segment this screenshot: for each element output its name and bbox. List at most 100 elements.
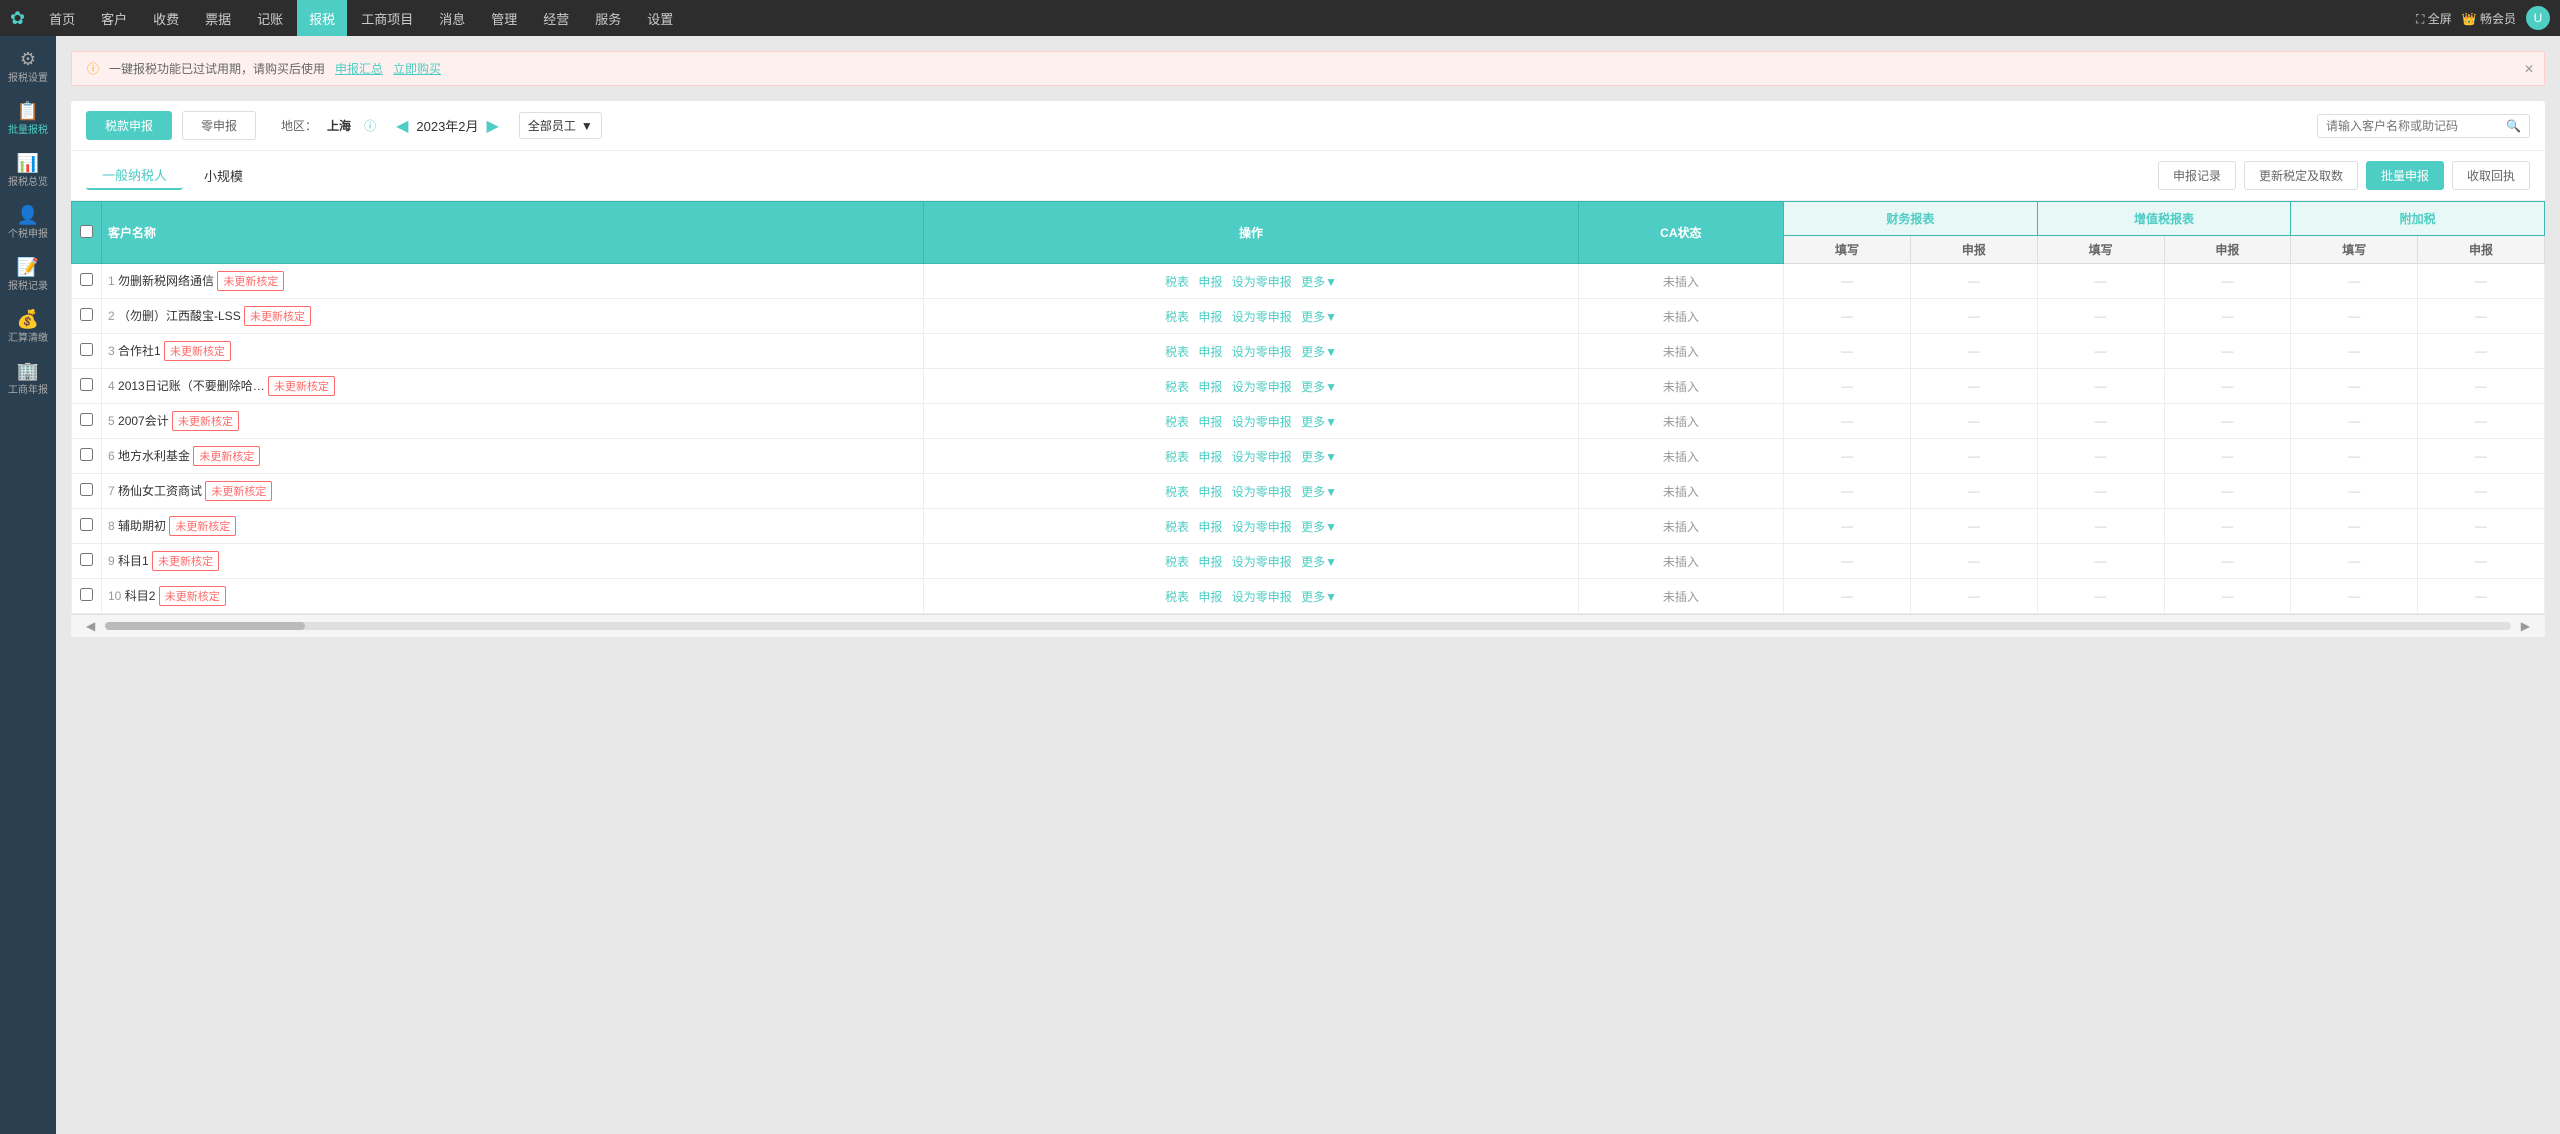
op-zero-report[interactable]: 设为零申报: [1232, 450, 1292, 464]
date-next-button[interactable]: ▶: [487, 116, 499, 136]
row-checkbox[interactable]: [80, 553, 93, 566]
row-checkbox-cell[interactable]: [72, 334, 102, 369]
op-more[interactable]: 更多▼: [1301, 555, 1337, 569]
date-prev-button[interactable]: ◀: [396, 116, 408, 136]
update-tax-button[interactable]: 更新税定及取数: [2244, 161, 2358, 190]
row-checkbox[interactable]: [80, 343, 93, 356]
op-tax-table[interactable]: 税表: [1165, 380, 1189, 394]
op-zero-report[interactable]: 设为零申报: [1232, 310, 1292, 324]
op-tax-table[interactable]: 税表: [1165, 485, 1189, 499]
op-more[interactable]: 更多▼: [1301, 380, 1337, 394]
op-report[interactable]: 申报: [1198, 415, 1222, 429]
op-report[interactable]: 申报: [1198, 520, 1222, 534]
row-checkbox-cell[interactable]: [72, 369, 102, 404]
sidebar-item-tax-overview[interactable]: 📊 报税总览: [0, 145, 56, 197]
op-zero-report[interactable]: 设为零申报: [1232, 415, 1292, 429]
op-more[interactable]: 更多▼: [1301, 590, 1337, 604]
op-zero-report[interactable]: 设为零申报: [1232, 555, 1292, 569]
subtab-general-taxpayer[interactable]: 一般纳税人: [86, 161, 183, 190]
sidebar-item-tax-settings[interactable]: ⚙ 报税设置: [0, 41, 56, 93]
scrollbar-track[interactable]: [105, 622, 2511, 630]
nav-accounting[interactable]: 记账: [245, 0, 295, 36]
op-report[interactable]: 申报: [1198, 310, 1222, 324]
row-checkbox-cell[interactable]: [72, 474, 102, 509]
user-avatar[interactable]: U: [2526, 6, 2550, 30]
op-more[interactable]: 更多▼: [1301, 345, 1337, 359]
op-more[interactable]: 更多▼: [1301, 520, 1337, 534]
nav-manage[interactable]: 管理: [479, 0, 529, 36]
fullscreen-button[interactable]: ⛶ 全屏: [2416, 10, 2452, 27]
sidebar-item-settlement[interactable]: 💰 汇算清缴: [0, 301, 56, 353]
row-checkbox-cell[interactable]: [72, 509, 102, 544]
row-checkbox[interactable]: [80, 448, 93, 461]
retrieve-button[interactable]: 收取回执: [2452, 161, 2530, 190]
search-icon[interactable]: 🔍: [2506, 119, 2521, 133]
op-more[interactable]: 更多▼: [1301, 485, 1337, 499]
nav-home[interactable]: 首页: [37, 0, 87, 36]
select-all-checkbox[interactable]: [80, 225, 93, 238]
employee-selector[interactable]: 全部员工 ▼: [519, 112, 602, 139]
row-checkbox-cell[interactable]: [72, 439, 102, 474]
op-more[interactable]: 更多▼: [1301, 275, 1337, 289]
op-report[interactable]: 申报: [1198, 345, 1222, 359]
op-zero-report[interactable]: 设为零申报: [1232, 345, 1292, 359]
tab-tax-declaration[interactable]: 税款申报: [86, 111, 172, 140]
op-zero-report[interactable]: 设为零申报: [1232, 520, 1292, 534]
banner-close-button[interactable]: ✕: [2524, 62, 2534, 76]
banner-link-buy[interactable]: 立即购买: [393, 60, 441, 77]
nav-client[interactable]: 客户: [89, 0, 139, 36]
op-zero-report[interactable]: 设为零申报: [1232, 275, 1292, 289]
row-checkbox[interactable]: [80, 518, 93, 531]
op-tax-table[interactable]: 税表: [1165, 590, 1189, 604]
sidebar-item-tax-record[interactable]: 📝 报税记录: [0, 249, 56, 301]
row-checkbox-cell[interactable]: [72, 544, 102, 579]
row-checkbox[interactable]: [80, 483, 93, 496]
sidebar-item-annual-report[interactable]: 🏢 工商年报: [0, 353, 56, 405]
op-more[interactable]: 更多▼: [1301, 450, 1337, 464]
subtab-small-scale[interactable]: 小规模: [188, 162, 259, 189]
op-more[interactable]: 更多▼: [1301, 415, 1337, 429]
row-checkbox-cell[interactable]: [72, 264, 102, 299]
nav-settings[interactable]: 设置: [635, 0, 685, 36]
row-checkbox[interactable]: [80, 588, 93, 601]
op-tax-table[interactable]: 税表: [1165, 310, 1189, 324]
record-button[interactable]: 申报记录: [2158, 161, 2236, 190]
row-checkbox-cell[interactable]: [72, 579, 102, 614]
scroll-left-arrow[interactable]: ◀: [86, 619, 95, 633]
op-report[interactable]: 申报: [1198, 485, 1222, 499]
search-box[interactable]: 🔍: [2317, 114, 2530, 138]
row-checkbox-cell[interactable]: [72, 299, 102, 334]
op-tax-table[interactable]: 税表: [1165, 415, 1189, 429]
search-input[interactable]: [2326, 119, 2506, 133]
op-more[interactable]: 更多▼: [1301, 310, 1337, 324]
op-zero-report[interactable]: 设为零申报: [1232, 590, 1292, 604]
scrollbar-thumb[interactable]: [105, 622, 305, 630]
op-report[interactable]: 申报: [1198, 450, 1222, 464]
nav-billing[interactable]: 收费: [141, 0, 191, 36]
op-report[interactable]: 申报: [1198, 590, 1222, 604]
nav-invoice[interactable]: 票据: [193, 0, 243, 36]
th-checkbox[interactable]: [72, 202, 102, 264]
op-zero-report[interactable]: 设为零申报: [1232, 485, 1292, 499]
nav-message[interactable]: 消息: [427, 0, 477, 36]
op-zero-report[interactable]: 设为零申报: [1232, 380, 1292, 394]
scroll-right-arrow[interactable]: ▶: [2521, 619, 2530, 633]
nav-business[interactable]: 工商项目: [349, 0, 425, 36]
row-checkbox[interactable]: [80, 413, 93, 426]
op-report[interactable]: 申报: [1198, 555, 1222, 569]
op-tax-table[interactable]: 税表: [1165, 345, 1189, 359]
nav-service[interactable]: 服务: [583, 0, 633, 36]
member-button[interactable]: 👑 畅会员: [2462, 10, 2516, 27]
op-tax-table[interactable]: 税表: [1165, 520, 1189, 534]
row-checkbox[interactable]: [80, 273, 93, 286]
nav-operation[interactable]: 经营: [531, 0, 581, 36]
row-checkbox[interactable]: [80, 378, 93, 391]
tab-zero-declaration[interactable]: 零申报: [182, 111, 256, 140]
op-tax-table[interactable]: 税表: [1165, 275, 1189, 289]
op-tax-table[interactable]: 税表: [1165, 450, 1189, 464]
batch-report-button[interactable]: 批量申报: [2366, 161, 2444, 190]
op-tax-table[interactable]: 税表: [1165, 555, 1189, 569]
nav-tax[interactable]: 报税: [297, 0, 347, 36]
op-report[interactable]: 申报: [1198, 275, 1222, 289]
sidebar-item-batch-tax[interactable]: 📋 批量报税: [0, 93, 56, 145]
